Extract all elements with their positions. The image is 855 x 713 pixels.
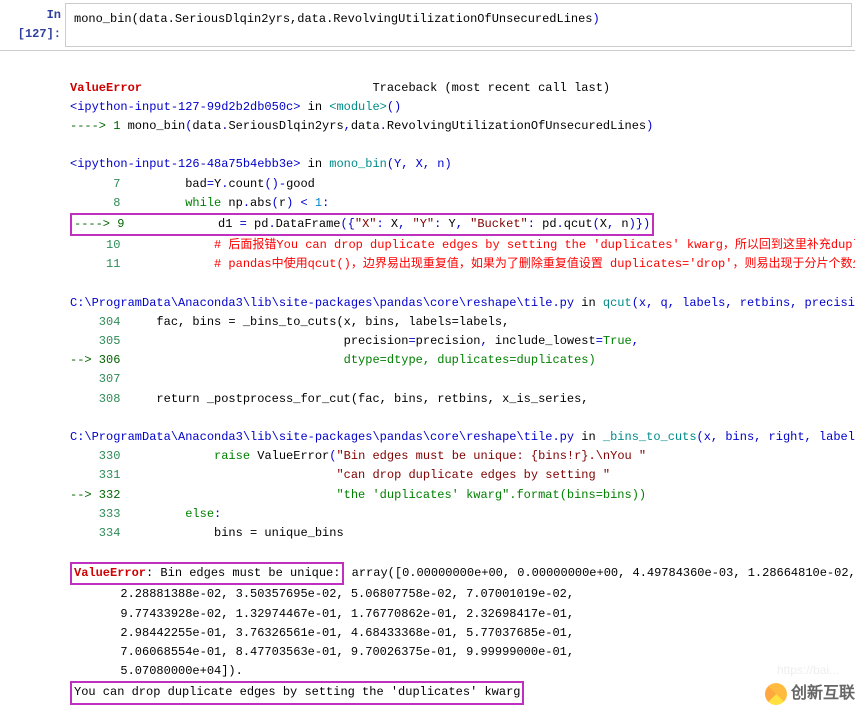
frame1-code: mono_bin(data.SeriousDlqin2yrs,data.Revo… [128,119,654,133]
frame3-loc: C:\ProgramData\Anaconda3\lib\site-packag… [70,296,574,310]
frame2-line7: bad=Y.count()-good [128,177,315,191]
traceback-header: Traceback (most recent call last) [372,81,610,95]
frame2-args: (Y, X, n) [387,157,452,171]
lineno-304: 304 [70,315,128,329]
frame4-line332: "the 'duplicates' kwarg".format(bins=bin… [128,488,647,502]
frame3-line304: fac, bins = _bins_to_cuts(x, bins, label… [128,315,510,329]
frame1-paren: () [387,100,401,114]
watermark-link: https://bai... [777,661,839,680]
frame2-line10-comment: # 后面报错You can drop duplicate edges by se… [128,238,855,252]
frame1-loc: <ipython-input-127-99d2b2db050c> [70,100,300,114]
frame2-line11-comment: # pandas中使用qcut()，边界易出现重复值，如果为了删除重复值设置 d… [128,257,855,271]
lineno-305: 305 [70,334,128,348]
frame2-line8: while np.abs(r) < 1: [128,196,330,210]
highlighted-line-9: ----> 9 d1 = pd.DataFrame({"X": X, "Y": … [70,213,654,236]
cell-prompt: In [127]: [0,0,65,50]
final-error-mid: : Bin edges must be unique: [146,566,340,580]
frame3-args: (x, q, labels, retbins, precision, dupli… [632,296,855,310]
lineno-334: 334 [70,526,128,540]
arrow-marker: ----> 1 [70,119,128,133]
frame4-line334: bins = unique_bins [128,526,344,540]
frame2-line9: d1 = pd.DataFrame({"X": X, "Y": Y, "Buck… [132,217,651,231]
array-line: 9.77433928e-02, 1.32974467e-01, 1.767708… [70,607,574,621]
arrow-marker: --> 306 [70,353,128,367]
frame3-func: qcut [603,296,632,310]
arrow-marker: --> 332 [70,488,128,502]
lineno-333: 333 [70,507,128,521]
highlighted-hint: You can drop duplicate edges by setting … [70,681,524,704]
array-line: 2.28881388e-02, 3.50357695e-02, 5.068077… [70,587,574,601]
error-name: ValueError [70,81,142,95]
lineno-11: 11 [70,257,128,271]
arrow-marker: ----> 9 [74,217,132,231]
code-line: mono_bin(data.SeriousDlqin2yrs,data.Revo… [74,12,600,26]
code-input[interactable]: mono_bin(data.SeriousDlqin2yrs,data.Revo… [65,3,852,47]
watermark-logo-icon [765,683,787,705]
array-line: 2.98442255e-01, 3.76326561e-01, 4.684333… [70,626,574,640]
array-line: 7.06068554e-01, 8.47703563e-01, 9.700263… [70,645,574,659]
frame4-func: _bins_to_cuts [603,430,697,444]
frame4-line333: else: [128,507,222,521]
frame4-args: (x, bins, right, labels, precision, incl… [697,430,855,444]
input-cell: In [127]: mono_bin(data.SeriousDlqin2yrs… [0,0,855,51]
frame1-func: <module> [329,100,387,114]
array-line: 5.07080000e+04]). [70,664,243,678]
lineno-307: 307 [70,372,128,386]
output-traceback: ValueError Traceback (most recent call l… [0,51,855,712]
lineno-331: 331 [70,468,128,482]
lineno-7: 7 [70,177,128,191]
final-error-name: ValueError [74,566,146,580]
lineno-308: 308 [70,392,128,406]
watermark: 创新互联 [765,681,855,707]
frame4-loc: C:\ProgramData\Anaconda3\lib\site-packag… [70,430,574,444]
lineno-8: 8 [70,196,128,210]
frame4-line330: raise ValueError("Bin edges must be uniq… [128,449,647,463]
watermark-text: 创新互联 [791,681,855,707]
frame3-line305: precision=precision, include_lowest=True… [128,334,639,348]
lineno-330: 330 [70,449,128,463]
lineno-10: 10 [70,238,128,252]
frame2-func: mono_bin [329,157,387,171]
frame2-loc: <ipython-input-126-48a75b4ebb3e> [70,157,300,171]
frame3-line308: return _postprocess_for_cut(fac, bins, r… [128,392,589,406]
frame3-line306: dtype=dtype, duplicates=duplicates) [128,353,596,367]
highlighted-error-head: ValueError: Bin edges must be unique: [70,562,344,585]
final-error-array-head: array([0.00000000e+00, 0.00000000e+00, 4… [344,566,855,580]
frame4-line331: "can drop duplicate edges by setting " [128,468,611,482]
